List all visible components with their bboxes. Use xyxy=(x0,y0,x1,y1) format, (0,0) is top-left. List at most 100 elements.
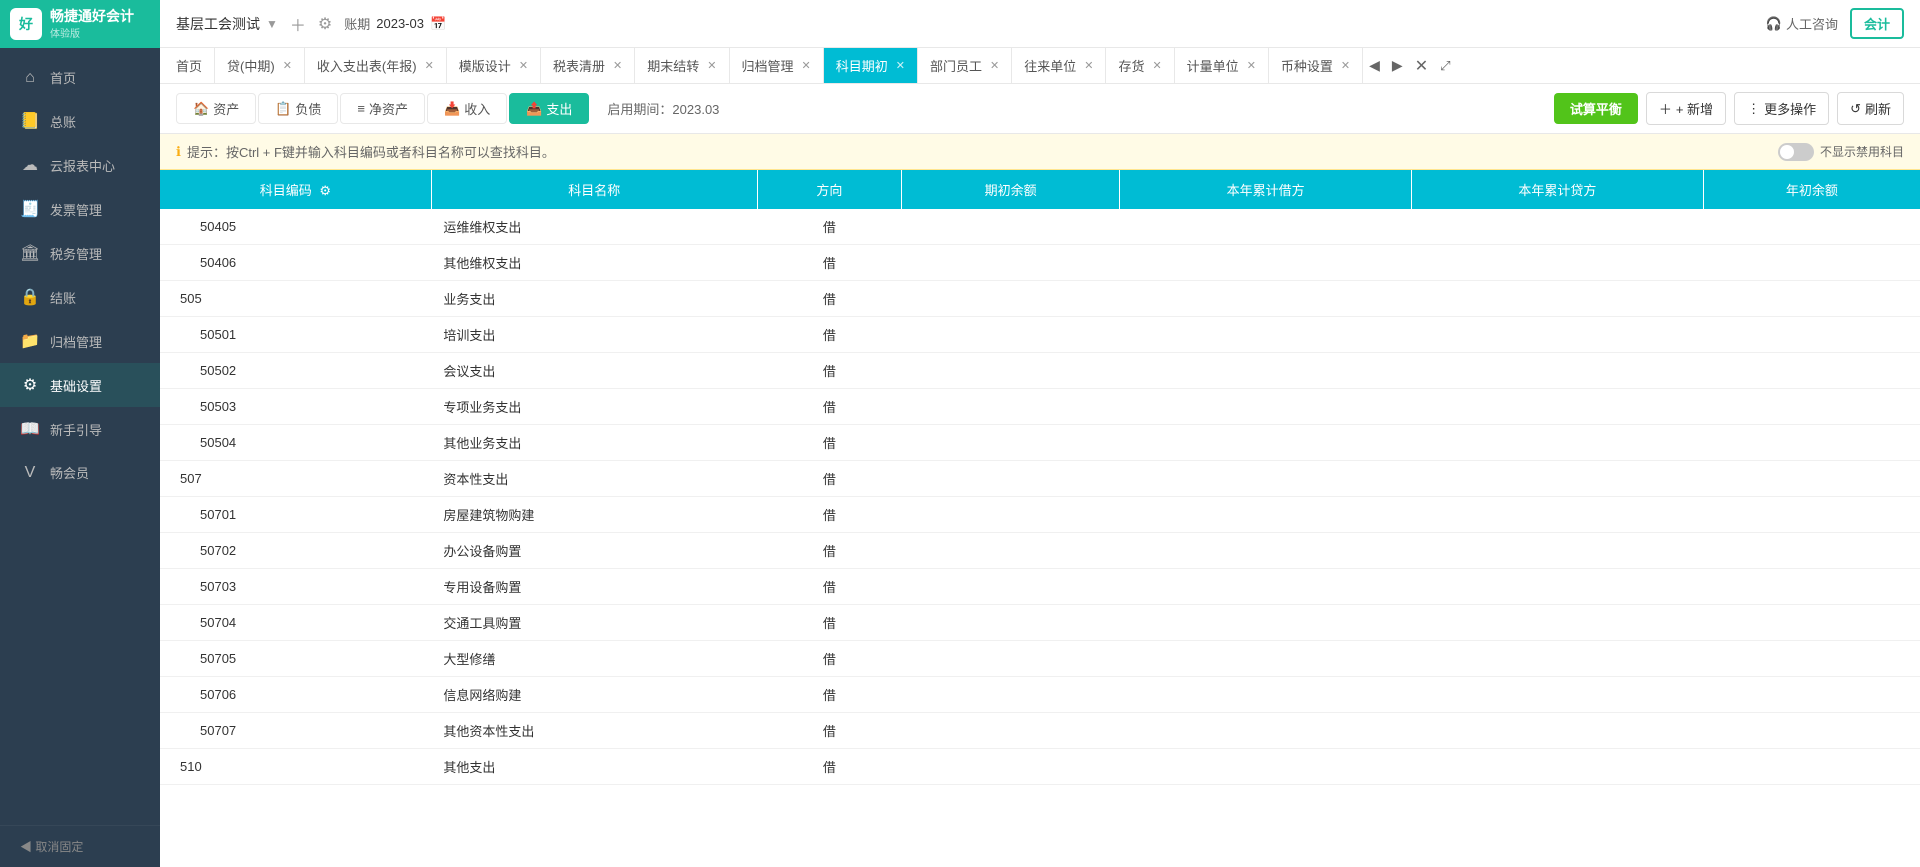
cell-year-opening xyxy=(1703,461,1920,497)
add-btn[interactable]: ＋ + 新增 xyxy=(1646,92,1726,125)
table-row[interactable]: 50405运维维权支出借 xyxy=(160,209,1920,245)
sidebar-item-tax[interactable]: 🏛 税务管理 xyxy=(0,231,160,275)
sidebar-item-vip[interactable]: V 畅会员 xyxy=(0,451,160,494)
tab-unit[interactable]: 计量单位 ✕ xyxy=(1175,48,1269,84)
company-selector[interactable]: 基层工会测试 ▼ xyxy=(176,14,278,34)
table-row[interactable]: 50706信息网络购建借 xyxy=(160,677,1920,713)
liability-icon: 📋 xyxy=(275,101,291,117)
sub-tab-net-asset[interactable]: ≡ 净资产 xyxy=(340,93,425,124)
tab-currency[interactable]: 币种设置 ✕ xyxy=(1269,48,1363,84)
sub-tab-income[interactable]: 📥 收入 xyxy=(427,93,507,124)
cell-code: 50701 xyxy=(160,497,431,533)
toggle-disabled-switch[interactable] xyxy=(1778,143,1814,161)
sidebar-item-ledger[interactable]: 📒 总账 xyxy=(0,99,160,143)
tab-subject-init[interactable]: 科目期初 ✕ xyxy=(824,48,918,84)
tab-inventory[interactable]: 存货 ✕ xyxy=(1106,48,1174,84)
vip-icon: V xyxy=(20,464,40,482)
tab-counterpart[interactable]: 往来单位 ✕ xyxy=(1012,48,1106,84)
tab-close-icon[interactable]: ✕ xyxy=(613,59,622,72)
sidebar-item-reports[interactable]: ☁ 云报表中心 xyxy=(0,143,160,187)
table-row[interactable]: 50502会议支出借 xyxy=(160,353,1920,389)
add-company-btn[interactable]: ＋ xyxy=(290,12,306,36)
table-row[interactable]: 50707其他资本性支出借 xyxy=(160,713,1920,749)
sidebar-item-guide[interactable]: 📖 新手引导 xyxy=(0,407,160,451)
cell-ytd-debit xyxy=(1120,461,1412,497)
table-row[interactable]: 507资本性支出借 xyxy=(160,461,1920,497)
table-row[interactable]: 50705大型修缮借 xyxy=(160,641,1920,677)
tabs-next-btn[interactable]: ▶ xyxy=(1386,48,1409,84)
cell-direction: 借 xyxy=(757,209,901,245)
calc-balance-btn[interactable]: 试算平衡 xyxy=(1554,93,1638,124)
col-settings-icon[interactable]: ⚙ xyxy=(319,183,331,198)
sidebar-item-invoice[interactable]: 🧾 发票管理 xyxy=(0,187,160,231)
col-code: 科目编码 ⚙ xyxy=(160,170,431,209)
cell-ytd-debit xyxy=(1120,353,1412,389)
cell-ytd-credit xyxy=(1411,713,1703,749)
more-actions-btn[interactable]: ⋮ 更多操作 xyxy=(1734,92,1829,125)
tab-close-active-icon[interactable]: ✕ xyxy=(896,59,905,72)
cell-code: 50702 xyxy=(160,533,431,569)
cell-ytd-debit xyxy=(1120,605,1412,641)
tab-archive-mgmt[interactable]: 归档管理 ✕ xyxy=(730,48,824,84)
tab-close-icon[interactable]: ✕ xyxy=(990,59,999,72)
table-row[interactable]: 50701房屋建筑物购建借 xyxy=(160,497,1920,533)
sub-tab-asset[interactable]: 🏠 资产 xyxy=(176,93,256,124)
table-row[interactable]: 510其他支出借 xyxy=(160,749,1920,785)
table-row[interactable]: 50501培训支出借 xyxy=(160,317,1920,353)
table-row[interactable]: 50503专项业务支出借 xyxy=(160,389,1920,425)
cell-name: 交通工具购置 xyxy=(431,605,757,641)
tab-close-icon[interactable]: ✕ xyxy=(425,59,434,72)
sidebar-item-settings[interactable]: ⚙ 基础设置 xyxy=(0,363,160,407)
tab-home[interactable]: 首页 xyxy=(164,48,215,84)
tab-close-icon[interactable]: ✕ xyxy=(707,59,716,72)
help-btn[interactable]: 🎧 人工咨询 xyxy=(1766,14,1838,33)
cell-ytd-debit xyxy=(1120,389,1412,425)
sidebar-item-archive[interactable]: 📁 归档管理 xyxy=(0,319,160,363)
cell-direction: 借 xyxy=(757,425,901,461)
tab-dept-staff[interactable]: 部门员工 ✕ xyxy=(918,48,1012,84)
cell-ytd-debit xyxy=(1120,749,1412,785)
tab-close-icon[interactable]: ✕ xyxy=(1341,59,1350,72)
calendar-icon[interactable]: 📅 xyxy=(430,16,446,32)
tab-close-icon[interactable]: ✕ xyxy=(283,59,292,72)
tab-period-end[interactable]: 期末结转 ✕ xyxy=(635,48,729,84)
header-settings-icon[interactable]: ⚙ xyxy=(318,14,332,34)
table-row[interactable]: 50702办公设备购置借 xyxy=(160,533,1920,569)
refresh-btn[interactable]: ↺ 刷新 xyxy=(1837,92,1904,125)
sidebar-collapse-btn[interactable]: ◀ 取消固定 xyxy=(0,825,160,867)
tab-close-icon[interactable]: ✕ xyxy=(802,59,811,72)
tab-balance-mid[interactable]: 贷(中期) ✕ xyxy=(215,48,305,84)
tab-template[interactable]: 模版设计 ✕ xyxy=(447,48,541,84)
sidebar-item-home[interactable]: ⌂ 首页 xyxy=(0,56,160,99)
cell-code: 510 xyxy=(160,749,431,785)
cell-year-opening xyxy=(1703,677,1920,713)
period-selector[interactable]: 账期 2023-03 📅 xyxy=(344,14,446,33)
cell-direction: 借 xyxy=(757,461,901,497)
tab-close-icon[interactable]: ✕ xyxy=(1084,59,1093,72)
cell-opening xyxy=(902,317,1120,353)
cell-code: 50703 xyxy=(160,569,431,605)
tab-tax-clear[interactable]: 税表清册 ✕ xyxy=(541,48,635,84)
tab-income-annual[interactable]: 收入支出表(年报) ✕ xyxy=(305,48,447,84)
tab-close-icon[interactable]: ✕ xyxy=(519,59,528,72)
cell-ytd-debit xyxy=(1120,677,1412,713)
table-row[interactable]: 50703专用设备购置借 xyxy=(160,569,1920,605)
table-row[interactable]: 50504其他业务支出借 xyxy=(160,425,1920,461)
tabs-close-all-btn[interactable]: ✕ xyxy=(1409,48,1434,84)
table-row[interactable]: 50406其他维权支出借 xyxy=(160,245,1920,281)
cell-ytd-debit xyxy=(1120,425,1412,461)
sub-tab-liability[interactable]: 📋 负债 xyxy=(258,93,338,124)
table-row[interactable]: 50704交通工具购置借 xyxy=(160,605,1920,641)
sidebar-item-close[interactable]: 🔒 结账 xyxy=(0,275,160,319)
tabs-expand-btn[interactable]: ⤢ xyxy=(1434,48,1456,84)
cell-name: 房屋建筑物购建 xyxy=(431,497,757,533)
table-row[interactable]: 505业务支出借 xyxy=(160,281,1920,317)
sub-tab-expense[interactable]: 📤 支出 xyxy=(509,93,589,124)
account-button[interactable]: 会计 xyxy=(1850,8,1904,39)
cell-ytd-credit xyxy=(1411,605,1703,641)
cell-opening xyxy=(902,281,1120,317)
tab-close-icon[interactable]: ✕ xyxy=(1247,59,1256,72)
tab-close-icon[interactable]: ✕ xyxy=(1152,59,1161,72)
tabs-prev-btn[interactable]: ◀ xyxy=(1363,48,1386,84)
cell-ytd-credit xyxy=(1411,317,1703,353)
